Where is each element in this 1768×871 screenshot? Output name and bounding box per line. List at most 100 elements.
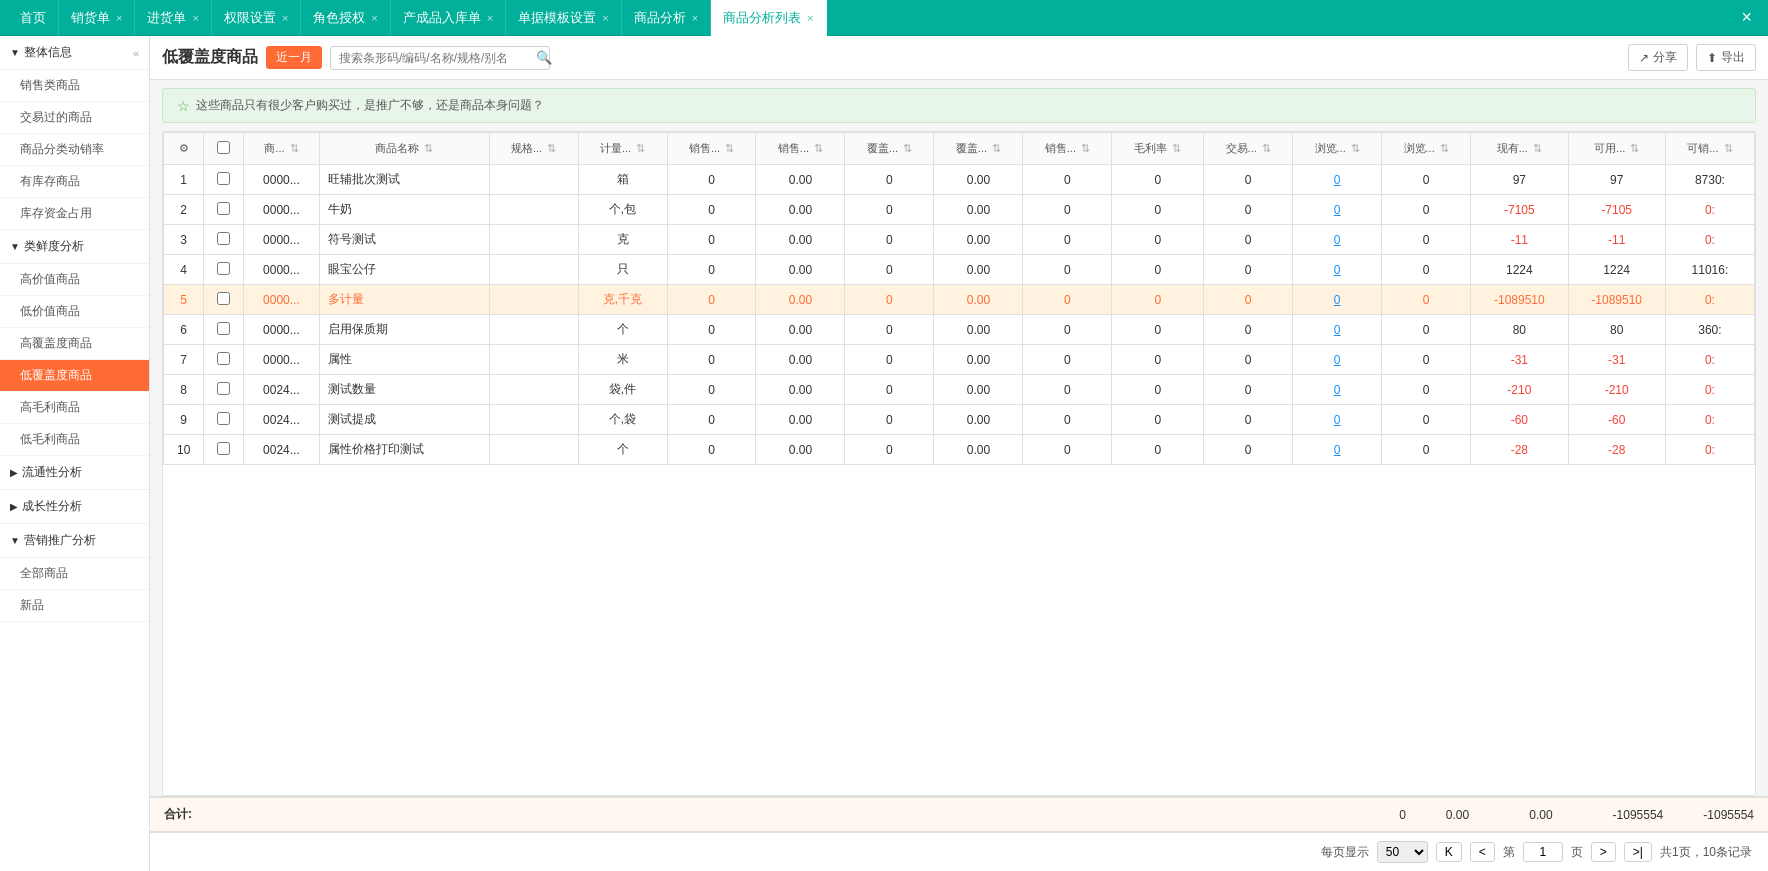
browse-link[interactable]: 0 xyxy=(1334,293,1341,307)
row-checkbox[interactable] xyxy=(204,165,244,195)
page-number-input[interactable] xyxy=(1523,842,1563,862)
sidebar-item-stock-capital[interactable]: 库存资金占用 xyxy=(0,198,149,230)
close-icon[interactable]: × xyxy=(371,12,377,24)
col-stock2[interactable]: 可用... ⇅ xyxy=(1568,133,1665,165)
row-checkbox[interactable] xyxy=(204,285,244,315)
nav-purchase-order[interactable]: 进货单 × xyxy=(135,0,211,36)
row-select-checkbox[interactable] xyxy=(217,352,230,365)
browse-link[interactable]: 0 xyxy=(1334,443,1341,457)
search-input[interactable] xyxy=(330,46,550,70)
col-trade[interactable]: 交易... ⇅ xyxy=(1204,133,1293,165)
sidebar-section-overall[interactable]: ▼ 整体信息 « xyxy=(0,36,149,70)
browse-link[interactable]: 0 xyxy=(1334,203,1341,217)
nav-role-auth[interactable]: 角色授权 × xyxy=(301,0,390,36)
row-browse1[interactable]: 0 xyxy=(1293,285,1382,315)
nav-template-settings[interactable]: 单据模板设置 × xyxy=(506,0,621,36)
sidebar-collapse-btn[interactable]: « xyxy=(133,47,139,59)
row-checkbox[interactable] xyxy=(204,405,244,435)
browse-link[interactable]: 0 xyxy=(1334,233,1341,247)
close-icon[interactable]: × xyxy=(192,12,198,24)
page-size-select[interactable]: 50 100 200 xyxy=(1377,841,1428,863)
row-checkbox[interactable] xyxy=(204,195,244,225)
nav-product-analysis[interactable]: 商品分析 × xyxy=(622,0,711,36)
row-select-checkbox[interactable] xyxy=(217,382,230,395)
sidebar-item-category-sales-rate[interactable]: 商品分类动销率 xyxy=(0,134,149,166)
col-code[interactable]: 商... ⇅ xyxy=(243,133,319,165)
close-icon[interactable]: × xyxy=(692,12,698,24)
col-name[interactable]: 商品名称 ⇅ xyxy=(319,133,489,165)
col-settings[interactable]: ⚙ xyxy=(164,133,204,165)
sidebar-item-traded-products[interactable]: 交易过的商品 xyxy=(0,102,149,134)
col-checkbox[interactable] xyxy=(204,133,244,165)
prev-page-button[interactable]: < xyxy=(1470,842,1495,862)
export-button[interactable]: ⬆ 导出 xyxy=(1696,44,1756,71)
browse-link[interactable]: 0 xyxy=(1334,413,1341,427)
sidebar-item-sales-products[interactable]: 销售类商品 xyxy=(0,70,149,102)
browse-link[interactable]: 0 xyxy=(1334,323,1341,337)
col-sales3[interactable]: 销售... ⇅ xyxy=(1023,133,1112,165)
browse-link[interactable]: 0 xyxy=(1334,353,1341,367)
row-checkbox[interactable] xyxy=(204,345,244,375)
sidebar-section-freshness[interactable]: ▼ 类鲜度分析 xyxy=(0,230,149,264)
sidebar-section-marketing[interactable]: ▼ 营销推广分析 xyxy=(0,524,149,558)
row-browse1[interactable]: 0 xyxy=(1293,255,1382,285)
close-icon[interactable]: × xyxy=(487,12,493,24)
row-select-checkbox[interactable] xyxy=(217,262,230,275)
row-select-checkbox[interactable] xyxy=(217,412,230,425)
nav-product-warehouse[interactable]: 产成品入库单 × xyxy=(391,0,506,36)
next-page-button[interactable]: > xyxy=(1591,842,1616,862)
browse-link[interactable]: 0 xyxy=(1334,173,1341,187)
row-browse1[interactable]: 0 xyxy=(1293,435,1382,465)
row-select-checkbox[interactable] xyxy=(217,292,230,305)
row-browse1[interactable]: 0 xyxy=(1293,345,1382,375)
close-icon[interactable]: × xyxy=(807,12,813,24)
browse-link[interactable]: 0 xyxy=(1334,383,1341,397)
col-stock1[interactable]: 现有... ⇅ xyxy=(1471,133,1568,165)
nav-permission[interactable]: 权限设置 × xyxy=(212,0,301,36)
close-icon[interactable]: × xyxy=(116,12,122,24)
col-sellable[interactable]: 可销... ⇅ xyxy=(1665,133,1754,165)
row-checkbox[interactable] xyxy=(204,315,244,345)
row-checkbox[interactable] xyxy=(204,435,244,465)
row-select-checkbox[interactable] xyxy=(217,172,230,185)
row-checkbox[interactable] xyxy=(204,255,244,285)
window-close-button[interactable]: × xyxy=(1733,7,1760,28)
col-sales1[interactable]: 销售... ⇅ xyxy=(667,133,756,165)
row-select-checkbox[interactable] xyxy=(217,232,230,245)
period-button[interactable]: 近一月 xyxy=(266,46,322,69)
first-page-button[interactable]: K xyxy=(1436,842,1462,862)
sidebar-section-circulation[interactable]: ▶ 流通性分析 xyxy=(0,456,149,490)
col-cover2[interactable]: 覆盖... ⇅ xyxy=(934,133,1023,165)
row-browse1[interactable]: 0 xyxy=(1293,315,1382,345)
nav-product-analysis-list[interactable]: 商品分析列表 × xyxy=(711,0,826,36)
select-all-checkbox[interactable] xyxy=(217,141,230,154)
last-page-button[interactable]: >| xyxy=(1624,842,1652,862)
col-spec[interactable]: 规格... ⇅ xyxy=(489,133,578,165)
col-browse2[interactable]: 浏览... ⇅ xyxy=(1382,133,1471,165)
sidebar-item-new-products[interactable]: 新品 xyxy=(0,590,149,622)
col-sales2[interactable]: 销售... ⇅ xyxy=(756,133,845,165)
sidebar-item-all-products[interactable]: 全部商品 xyxy=(0,558,149,590)
row-browse1[interactable]: 0 xyxy=(1293,375,1382,405)
row-checkbox[interactable] xyxy=(204,375,244,405)
row-browse1[interactable]: 0 xyxy=(1293,195,1382,225)
col-unit[interactable]: 计量... ⇅ xyxy=(578,133,667,165)
share-button[interactable]: ↗ 分享 xyxy=(1628,44,1688,71)
row-select-checkbox[interactable] xyxy=(217,202,230,215)
sidebar-item-low-coverage[interactable]: 低覆盖度商品 xyxy=(0,360,149,392)
col-cover1[interactable]: 覆盖... ⇅ xyxy=(845,133,934,165)
close-icon[interactable]: × xyxy=(282,12,288,24)
col-margin[interactable]: 毛利率 ⇅ xyxy=(1112,133,1204,165)
sidebar-item-high-value[interactable]: 高价值商品 xyxy=(0,264,149,296)
col-browse1[interactable]: 浏览... ⇅ xyxy=(1293,133,1382,165)
row-browse1[interactable]: 0 xyxy=(1293,225,1382,255)
row-select-checkbox[interactable] xyxy=(217,442,230,455)
row-select-checkbox[interactable] xyxy=(217,322,230,335)
sidebar-item-low-margin[interactable]: 低毛利商品 xyxy=(0,424,149,456)
browse-link[interactable]: 0 xyxy=(1334,263,1341,277)
nav-home[interactable]: 首页 xyxy=(8,0,59,36)
sidebar-item-low-value[interactable]: 低价值商品 xyxy=(0,296,149,328)
sidebar-item-in-stock-products[interactable]: 有库存商品 xyxy=(0,166,149,198)
sidebar-item-high-margin[interactable]: 高毛利商品 xyxy=(0,392,149,424)
close-icon[interactable]: × xyxy=(602,12,608,24)
